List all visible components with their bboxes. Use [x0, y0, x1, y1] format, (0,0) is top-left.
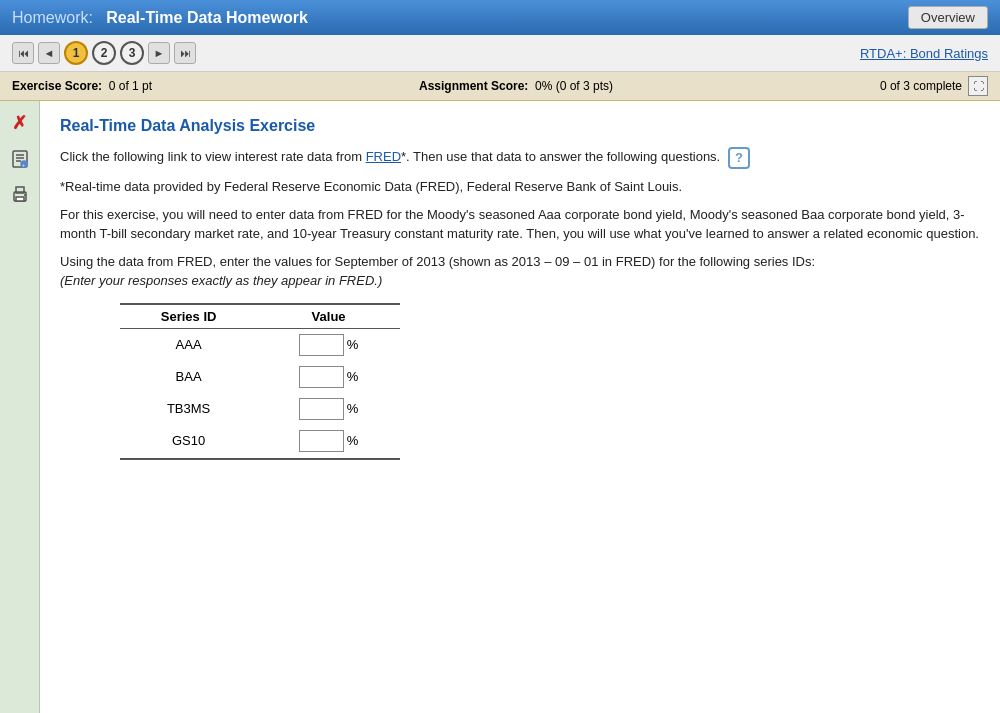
series-tb3ms: TB3MS: [120, 393, 257, 425]
hw-title: Real-Time Data Homework: [106, 9, 308, 26]
content-area: Real-Time Data Analysis Exercise Click t…: [40, 101, 1000, 713]
input-baa[interactable]: [299, 366, 344, 388]
description-paragraph: For this exercise, you will need to ente…: [60, 205, 980, 244]
nav-prev-button[interactable]: ◄: [38, 42, 60, 64]
help-icon[interactable]: ?: [728, 147, 750, 169]
navigation-bar: ⏮ ◄ 1 2 3 ► ⏭ RTDA+: Bond Ratings: [0, 35, 1000, 72]
assignment-score: Assignment Score: 0% (0 of 3 pts): [419, 79, 613, 93]
table-row: AAA %: [120, 328, 400, 361]
main-layout: ✗ + Real-Time Data Analysis Exercise: [0, 101, 1000, 713]
input-tb3ms[interactable]: [299, 398, 344, 420]
nav-controls: ⏮ ◄ 1 2 3 ► ⏭: [12, 41, 196, 65]
intro-paragraph: Click the following link to view interes…: [60, 147, 980, 169]
input-gs10[interactable]: [299, 430, 344, 452]
series-table: Series ID Value AAA % BAA: [120, 303, 400, 460]
exercise-title: Real-Time Data Analysis Exercise: [60, 117, 980, 135]
table-row: GS10 %: [120, 425, 400, 459]
sidebar: ✗ +: [0, 101, 40, 713]
score-bar: Exercise Score: 0 of 1 pt Assignment Sco…: [0, 72, 1000, 101]
series-baa: BAA: [120, 361, 257, 393]
value-gs10: %: [257, 425, 400, 459]
nav-next-button[interactable]: ►: [148, 42, 170, 64]
svg-point-9: [24, 194, 26, 196]
instruction-paragraph: Using the data from FRED, enter the valu…: [60, 252, 980, 291]
nav-last-button[interactable]: ⏭: [174, 42, 196, 64]
col-value-header: Value: [257, 304, 400, 329]
series-gs10: GS10: [120, 425, 257, 459]
page-header: Homework: Real-Time Data Homework Overvi…: [0, 0, 1000, 35]
fred-link[interactable]: FRED: [366, 149, 401, 164]
nav-page-2[interactable]: 2: [92, 41, 116, 65]
header-title: Homework: Real-Time Data Homework: [12, 9, 308, 27]
rtda-link[interactable]: RTDA+: Bond Ratings: [860, 46, 988, 61]
input-aaa[interactable]: [299, 334, 344, 356]
print-sidebar-item[interactable]: [6, 181, 34, 209]
footnote-paragraph: *Real-time data provided by Federal Rese…: [60, 177, 980, 197]
table-row: BAA %: [120, 361, 400, 393]
table-row: TB3MS %: [120, 393, 400, 425]
nav-page-3[interactable]: 3: [120, 41, 144, 65]
calculator-sidebar-item[interactable]: ✗: [6, 109, 34, 137]
complete-status: 0 of 3 complete ⛶: [880, 76, 988, 96]
value-baa: %: [257, 361, 400, 393]
expand-icon[interactable]: ⛶: [968, 76, 988, 96]
hw-label: Homework:: [12, 9, 93, 26]
col-series-header: Series ID: [120, 304, 257, 329]
svg-rect-8: [16, 197, 24, 201]
nav-first-button[interactable]: ⏮: [12, 42, 34, 64]
notes-sidebar-item[interactable]: +: [6, 145, 34, 173]
overview-button[interactable]: Overview: [908, 6, 988, 29]
value-tb3ms: %: [257, 393, 400, 425]
nav-page-1[interactable]: 1: [64, 41, 88, 65]
value-aaa: %: [257, 328, 400, 361]
series-aaa: AAA: [120, 328, 257, 361]
svg-text:+: +: [22, 162, 25, 168]
exercise-score: Exercise Score: 0 of 1 pt: [12, 79, 152, 93]
